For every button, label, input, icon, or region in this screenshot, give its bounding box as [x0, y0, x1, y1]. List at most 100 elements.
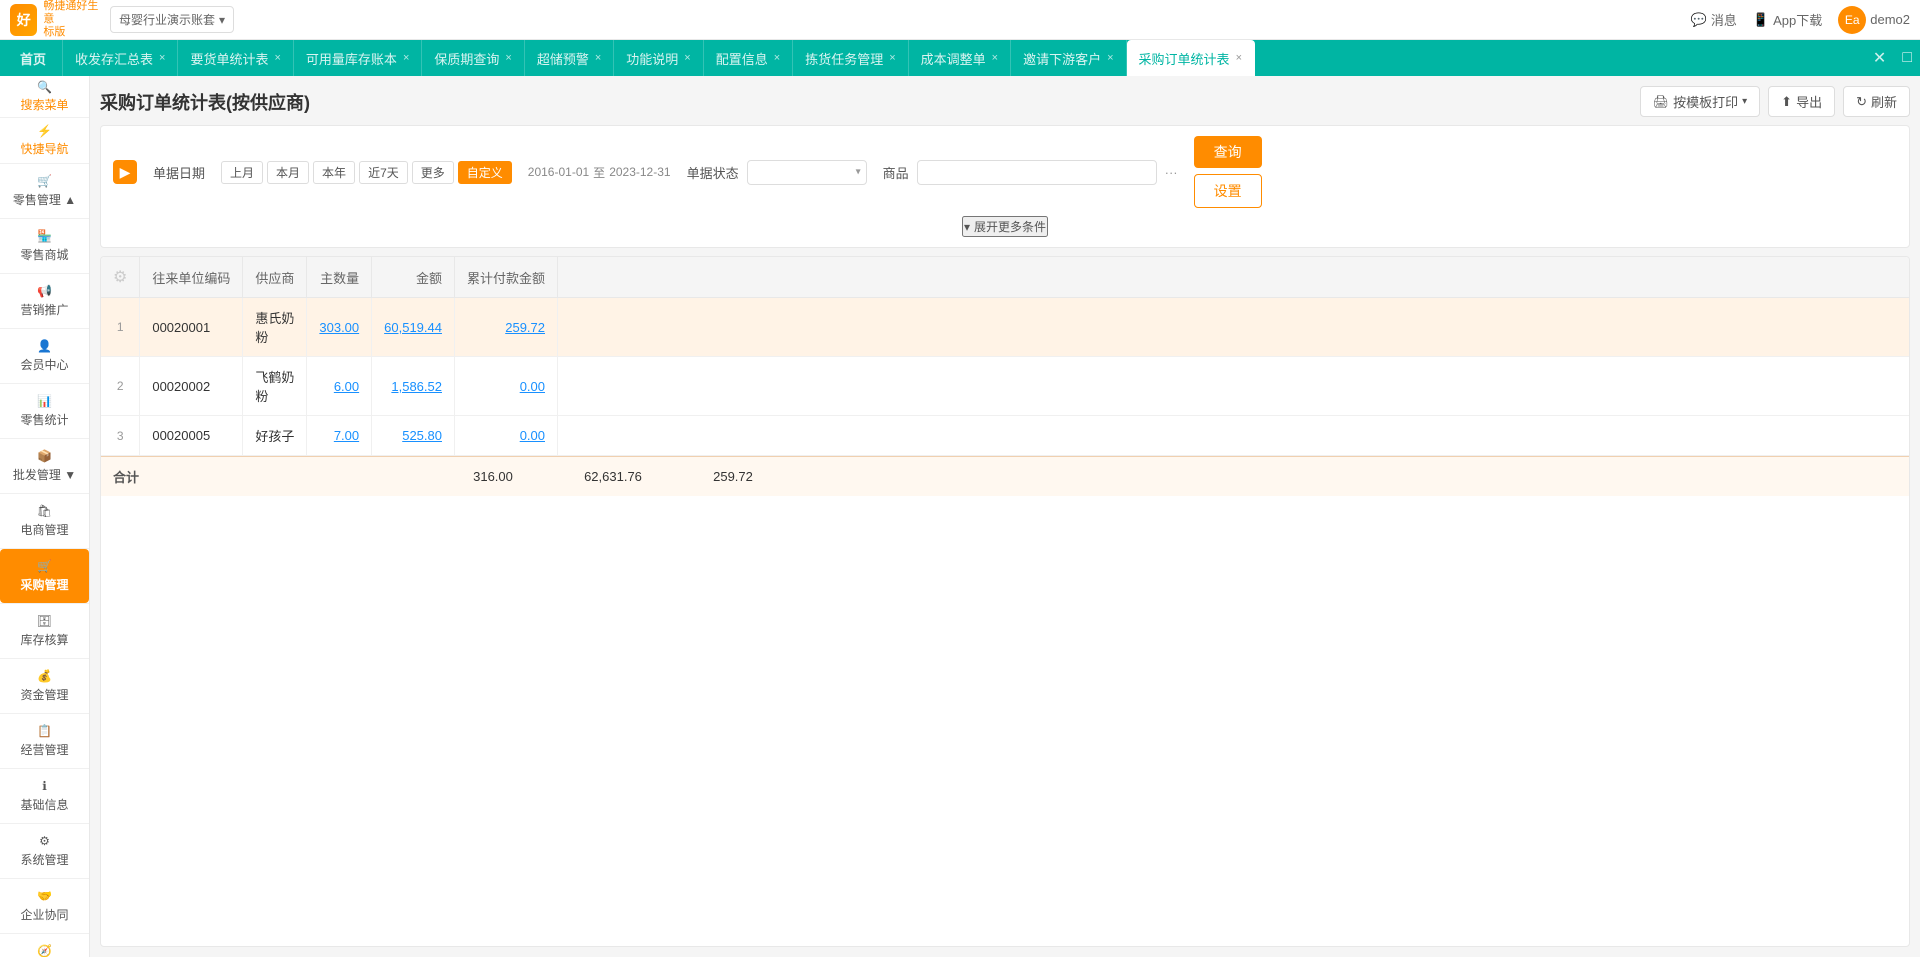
message-action[interactable]: 💬 消息: [1691, 10, 1737, 29]
table-header-row: ⚙ 往来单位编码 供应商 主数量 金额 累计付款金额: [101, 257, 1909, 298]
sidebar-item-label: 电商管理: [20, 521, 68, 538]
table-row[interactable]: 3 00020005 好孩子 7.00 525.80 0.00: [101, 416, 1909, 456]
cell-code: 00020005: [140, 416, 243, 456]
sidebar-item-enterprise-collab[interactable]: 🤝 企业协同: [0, 879, 89, 933]
tab-function-desc-label: 功能说明: [626, 49, 678, 68]
sidebar-item-wholesale-mgmt[interactable]: 📦 批发管理 ▼: [0, 439, 89, 493]
shortcut-this-year[interactable]: 本年: [313, 161, 355, 184]
export-button[interactable]: ⬆ 导出: [1768, 86, 1835, 117]
close-icon[interactable]: ×: [505, 52, 511, 64]
close-icon[interactable]: ×: [774, 52, 780, 64]
tab-config-info[interactable]: 配置信息 ×: [704, 40, 793, 76]
nav-fullscreen-btn[interactable]: □: [1898, 49, 1916, 67]
shortcut-last-month[interactable]: 上月: [221, 161, 263, 184]
tab-function-desc[interactable]: 功能说明 ×: [614, 40, 703, 76]
operation-icon: 📋: [37, 724, 52, 738]
footer-label: 合计: [113, 467, 433, 486]
sidebar-retail-stats-section: 📊 零售统计: [0, 384, 89, 439]
table-row[interactable]: 1 00020001 惠氏奶粉 303.00 60,519.44 259.72: [101, 298, 1909, 357]
shortcut-7days[interactable]: 近7天: [359, 161, 408, 184]
sidebar-enterprise-section: 🤝 企业协同: [0, 879, 89, 934]
sidebar-item-label: 零售管理 ▲: [13, 191, 76, 208]
print-button[interactable]: 🖨 按模板打印 ▾: [1640, 86, 1761, 117]
avatar: Ea: [1838, 6, 1866, 34]
tab-cost-adjust[interactable]: 成本调整单 ×: [909, 40, 1011, 76]
tab-purchase-summary-label: 采购订单统计表: [1139, 49, 1230, 68]
tab-available-stock-label: 可用量库存账本: [306, 49, 397, 68]
sidebar-item-operation-mgmt[interactable]: 📋 经营管理: [0, 714, 89, 768]
sidebar-item-member-center[interactable]: 👤 会员中心: [0, 329, 89, 383]
filter-toggle-button[interactable]: ▶: [113, 160, 137, 184]
sidebar-purchase-section: 🛒 采购管理: [0, 549, 89, 604]
app-download-label: App下载: [1773, 10, 1822, 29]
print-label: 按模板打印: [1673, 92, 1738, 111]
shortcut-this-month[interactable]: 本月: [267, 161, 309, 184]
goods-input[interactable]: [917, 160, 1157, 185]
sidebar-item-inventory-check[interactable]: 🗄 库存核算: [0, 604, 89, 658]
settings-icon[interactable]: ⚙: [113, 269, 127, 286]
expand-more-button[interactable]: ▾ 展开更多条件: [962, 216, 1048, 237]
sidebar-item-system-mgmt[interactable]: ⚙ 系统管理: [0, 824, 89, 878]
close-icon[interactable]: ×: [1236, 52, 1242, 64]
custom-date-tag[interactable]: 自定义: [458, 161, 512, 184]
sidebar-item-capital-mgmt[interactable]: 💰 资金管理: [0, 659, 89, 713]
close-icon[interactable]: ×: [403, 52, 409, 64]
search-menu-button[interactable]: 🔍 搜索菜单: [0, 76, 89, 117]
sidebar-item-label: 企业协同: [20, 906, 68, 923]
settings-button[interactable]: 设置: [1194, 174, 1262, 208]
close-icon[interactable]: ×: [159, 52, 165, 64]
tab-cost-adjust-label: 成本调整单: [921, 49, 986, 68]
tab-overstock[interactable]: 超储预警 ×: [525, 40, 614, 76]
tab-available-stock[interactable]: 可用量库存账本 ×: [294, 40, 422, 76]
cell-qty: 6.00: [307, 357, 372, 416]
system-icon: ⚙: [39, 834, 50, 848]
cell-row-num: 2: [101, 357, 140, 416]
sidebar-capital-section: 💰 资金管理: [0, 659, 89, 714]
sidebar-nav-group: ⚡ 快捷导航: [0, 118, 89, 164]
close-icon[interactable]: ×: [595, 52, 601, 64]
col-code: 往来单位编码: [140, 257, 243, 298]
sidebar-item-marketing[interactable]: 📢 营销推广: [0, 274, 89, 328]
sidebar-member-section: 👤 会员中心: [0, 329, 89, 384]
query-button[interactable]: 查询: [1194, 136, 1262, 168]
workspace-selector[interactable]: 母婴行业演示账套 ▾: [110, 6, 234, 33]
footer-total-qty: 316.00: [433, 469, 553, 484]
refresh-button[interactable]: ↻ 刷新: [1843, 86, 1910, 117]
tab-invite-downstream[interactable]: 邀请下游客户 ×: [1011, 40, 1126, 76]
sidebar-item-label: 库存核算: [20, 631, 68, 648]
close-icon[interactable]: ×: [889, 52, 895, 64]
table-footer: 合计 316.00 62,631.76 259.72: [101, 456, 1909, 496]
refresh-label: 刷新: [1871, 92, 1897, 111]
tab-order-summary[interactable]: 要货单统计表 ×: [178, 40, 293, 76]
shop-icon: 🏪: [37, 229, 52, 243]
table-row[interactable]: 2 00020002 飞鹤奶粉 6.00 1,586.52 0.00: [101, 357, 1909, 416]
more-options-icon[interactable]: ···: [1165, 165, 1178, 180]
sidebar-item-retail-shop[interactable]: 🏪 零售商城: [0, 219, 89, 273]
sidebar-item-basic-info[interactable]: ℹ 基础信息: [0, 769, 89, 823]
tab-purchase-summary[interactable]: 采购订单统计表 ×: [1127, 40, 1255, 76]
cell-code: 00020001: [140, 298, 243, 357]
quick-nav-button[interactable]: ⚡ 快捷导航: [0, 118, 89, 163]
status-select[interactable]: [747, 160, 867, 185]
sidebar-item-retail-stats[interactable]: 📊 零售统计: [0, 384, 89, 438]
tab-receive-send[interactable]: 收发存汇总表 ×: [63, 40, 178, 76]
retail-mgmt-icon: 🛒: [37, 174, 52, 188]
tab-expiry-check[interactable]: 保质期查询 ×: [422, 40, 524, 76]
close-icon[interactable]: ×: [274, 52, 280, 64]
close-icon[interactable]: ×: [992, 52, 998, 64]
shortcut-more[interactable]: 更多: [412, 161, 454, 184]
nav-close-btn[interactable]: ✕: [1869, 48, 1890, 68]
user-area[interactable]: Ea demo2: [1838, 6, 1910, 34]
cell-paid: 259.72: [454, 298, 557, 357]
cell-extra: [558, 416, 1910, 456]
tab-pickup-task[interactable]: 拣货任务管理 ×: [793, 40, 908, 76]
app-download-action[interactable]: 📱 App下载: [1753, 10, 1822, 29]
sidebar-item-new-user-guide[interactable]: 🧭 新手引导: [0, 934, 89, 957]
close-icon[interactable]: ×: [1107, 52, 1113, 64]
sidebar-item-ecommerce-mgmt[interactable]: 🛍 电商管理: [0, 494, 89, 548]
content-area: 采购订单统计表(按供应商) 🖨 按模板打印 ▾ ⬆ 导出 ↻: [90, 76, 1920, 957]
tab-home[interactable]: 首页: [4, 40, 63, 76]
close-icon[interactable]: ×: [684, 52, 690, 64]
sidebar-item-retail-management[interactable]: 🛒 零售管理 ▲: [0, 164, 89, 218]
sidebar-item-purchase-mgmt[interactable]: 🛒 采购管理: [0, 549, 89, 603]
